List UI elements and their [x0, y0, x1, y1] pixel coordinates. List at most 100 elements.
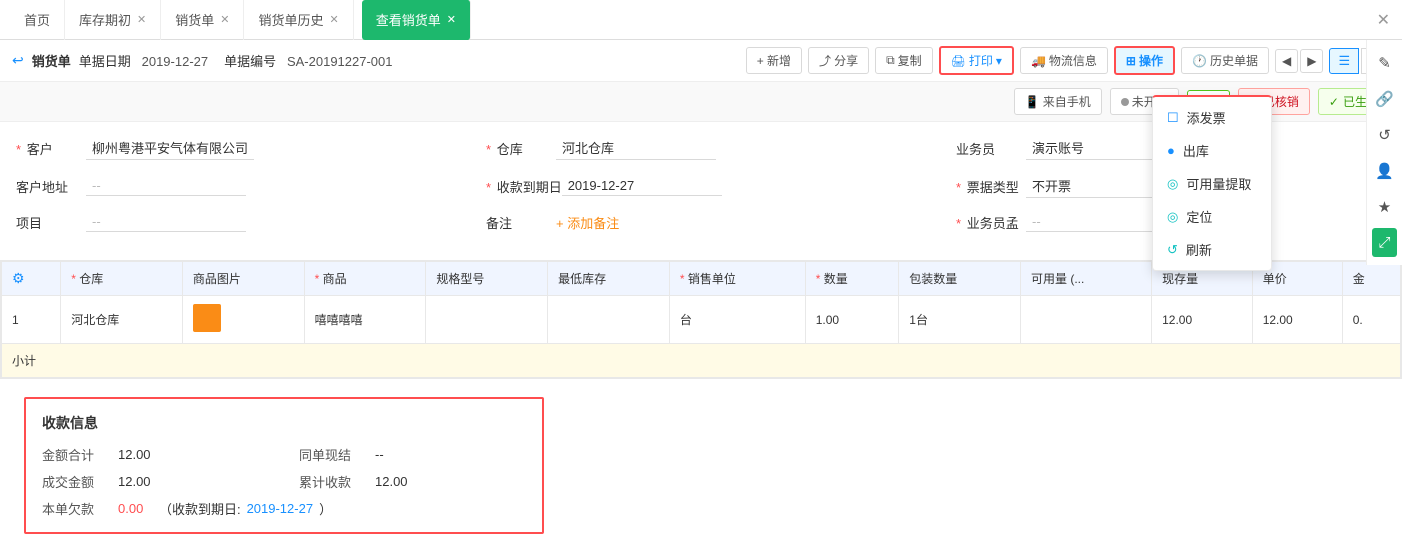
tab-sales-history[interactable]: 销货单历史 ✕: [244, 0, 353, 40]
close-sales-tab[interactable]: ✕: [220, 13, 229, 26]
refresh-icon: ↺: [1167, 242, 1178, 258]
cumulative-payment-row: 累计收款 12.00: [299, 472, 526, 491]
dropdown-outbound[interactable]: ● 出库: [1153, 134, 1271, 167]
payment-title: 收款信息: [42, 413, 526, 433]
col-product: 商品: [304, 262, 426, 296]
table-row: 1 河北仓库 嘻嘻嘻嘻 台 1.00 1台 12.00 12.00 0.: [2, 296, 1401, 344]
close-inventory-tab[interactable]: ✕: [137, 13, 146, 26]
col-spec: 规格型号: [426, 262, 548, 296]
transaction-amount-row: 成交金额 12.00: [42, 472, 269, 491]
col-available: 可用量 (...: [1021, 262, 1152, 296]
operation-button[interactable]: ⊞ 操作: [1114, 46, 1175, 75]
customer-required: *: [16, 142, 21, 157]
row-num: 1: [2, 296, 61, 344]
window-close-button[interactable]: ✕: [1377, 10, 1390, 30]
date-label: 单据日期 2019-12-27: [79, 51, 208, 70]
print-button[interactable]: 🖨 打印 ▾: [939, 46, 1014, 75]
close-history-tab[interactable]: ✕: [330, 13, 339, 26]
current-due-value: 0.00: [118, 501, 143, 516]
number-label: 单据编号 SA-20191227-001: [224, 51, 392, 70]
dropdown-locate[interactable]: ◎ 定位: [1153, 200, 1271, 233]
subtotal-label: 小计: [2, 344, 1401, 378]
share-icon: ⤴: [819, 52, 831, 69]
note-field: 备注 + 添加备注: [486, 213, 916, 232]
add-note-button[interactable]: + 添加备注: [556, 213, 619, 232]
row-pack-qty: 1台: [899, 296, 1021, 344]
product-table-container: ⚙ 仓库 商品图片 商品 规格型号 最低库存 销售单位 数量 包装数量 可用量 …: [0, 260, 1402, 379]
total-amount-value: 12.00: [118, 447, 151, 462]
col-warehouse: 仓库: [61, 262, 183, 296]
col-pack-qty: 包装数量: [899, 262, 1021, 296]
project-field: 项目 --: [16, 212, 446, 232]
right-sidebar: ✎ 🔗 ↺ 👤 ★ ⤢: [1366, 40, 1402, 265]
copy-icon: ⧉: [886, 53, 895, 68]
tab-inventory-init[interactable]: 库存期初 ✕: [65, 0, 161, 40]
from-phone-button[interactable]: 📱 来自手机: [1014, 88, 1102, 115]
tab-view-sales[interactable]: 查看销货单 ✕: [362, 0, 471, 40]
current-due-suffix: [149, 501, 153, 516]
customer-value[interactable]: 柳州粤港平安气体有限公司: [86, 136, 254, 160]
col-min-stock: 最低库存: [548, 262, 670, 296]
same-order-value: --: [375, 447, 384, 462]
not-opened-dot: [1121, 98, 1129, 106]
logistics-button[interactable]: 🚚 物流信息: [1020, 47, 1108, 74]
payment-date-value[interactable]: 2019-12-27: [562, 176, 722, 196]
sidebar-expand-icon[interactable]: ⤢: [1372, 228, 1396, 257]
project-value[interactable]: --: [86, 212, 246, 232]
tab-home[interactable]: 首页: [10, 0, 65, 40]
nav-arrows: ◀ ▶: [1275, 49, 1323, 73]
phone-icon: 📱: [1025, 95, 1040, 109]
address-value[interactable]: --: [86, 176, 246, 196]
list-view-button[interactable]: ☰: [1329, 48, 1359, 74]
operation-dropdown: ☐ 添发票 ● 出库 ◎ 可用量提取 ◎ 定位 ↺ 刷新: [1152, 95, 1272, 271]
sidebar-refresh-icon[interactable]: ↺: [1372, 120, 1397, 150]
product-image: [193, 304, 221, 332]
cumulative-payment-value: 12.00: [375, 474, 408, 489]
print-dropdown-arrow: ▾: [996, 54, 1002, 68]
customer-field: * 客户 柳州粤港平安气体有限公司: [16, 136, 446, 160]
col-quantity: 数量: [805, 262, 899, 296]
payment-area: 收款信息 金额合计 12.00 同单现结 -- 成交金额 12.00 累计收款 …: [0, 379, 1402, 552]
add-invoice-icon: ☐: [1167, 110, 1179, 126]
warehouse-required: *: [486, 142, 491, 157]
operation-icon: ⊞: [1126, 54, 1136, 68]
current-due-row: 本单欠款 0.00 （收款到期日: 2019-12-27 ）: [42, 499, 526, 518]
available-qty-icon: ◎: [1167, 176, 1178, 192]
row-unit-price: 12.00: [1252, 296, 1342, 344]
history-icon: 🕐: [1192, 54, 1207, 68]
payment-section: 收款信息 金额合计 12.00 同单现结 -- 成交金额 12.00 累计收款 …: [24, 397, 544, 534]
new-button[interactable]: + 新增: [746, 47, 802, 74]
sidebar-star-icon[interactable]: ★: [1372, 192, 1397, 222]
copy-button[interactable]: ⧉ 复制: [875, 47, 933, 74]
row-sales-unit: 台: [669, 296, 805, 344]
col-settings[interactable]: ⚙: [2, 262, 61, 296]
warehouse-value[interactable]: 河北仓库: [556, 136, 716, 160]
same-order-settlement-row: 同单现结 --: [299, 445, 526, 464]
dropdown-add-invoice[interactable]: ☐ 添发票: [1153, 101, 1271, 134]
history-button[interactable]: 🕐 历史单据: [1181, 47, 1269, 74]
payment-date-field: * 收款到期日 2019-12-27: [486, 176, 916, 196]
dropdown-available-qty[interactable]: ◎ 可用量提取: [1153, 167, 1271, 200]
row-quantity: 1.00: [805, 296, 899, 344]
product-table: ⚙ 仓库 商品图片 商品 规格型号 最低库存 销售单位 数量 包装数量 可用量 …: [1, 261, 1401, 378]
row-product: 嘻嘻嘻嘻: [304, 296, 426, 344]
close-view-sales-tab[interactable]: ✕: [447, 13, 456, 26]
sidebar-edit-icon[interactable]: ✎: [1372, 48, 1397, 78]
tab-sales-order[interactable]: 销货单 ✕: [161, 0, 244, 40]
prev-button[interactable]: ◀: [1275, 49, 1298, 73]
doc-icon: ↩: [12, 52, 24, 69]
col-product-img: 商品图片: [182, 262, 304, 296]
dropdown-refresh[interactable]: ↺ 刷新: [1153, 233, 1271, 266]
sidebar-user-icon[interactable]: 👤: [1369, 156, 1400, 186]
sidebar-link-icon[interactable]: 🔗: [1369, 84, 1400, 114]
current-due-date: 2019-12-27: [247, 501, 314, 516]
effective-icon: ✓: [1329, 95, 1339, 109]
payment-grid: 金额合计 12.00 同单现结 -- 成交金额 12.00 累计收款 12.00…: [42, 445, 526, 518]
col-amount: 金: [1342, 262, 1400, 296]
transaction-amount-value: 12.00: [118, 474, 151, 489]
row-min-stock: [548, 296, 670, 344]
share-button[interactable]: ⤴ 分享: [808, 47, 869, 74]
next-button[interactable]: ▶: [1300, 49, 1323, 73]
row-product-img: [182, 296, 304, 344]
subtotal-row: 小计: [2, 344, 1401, 378]
